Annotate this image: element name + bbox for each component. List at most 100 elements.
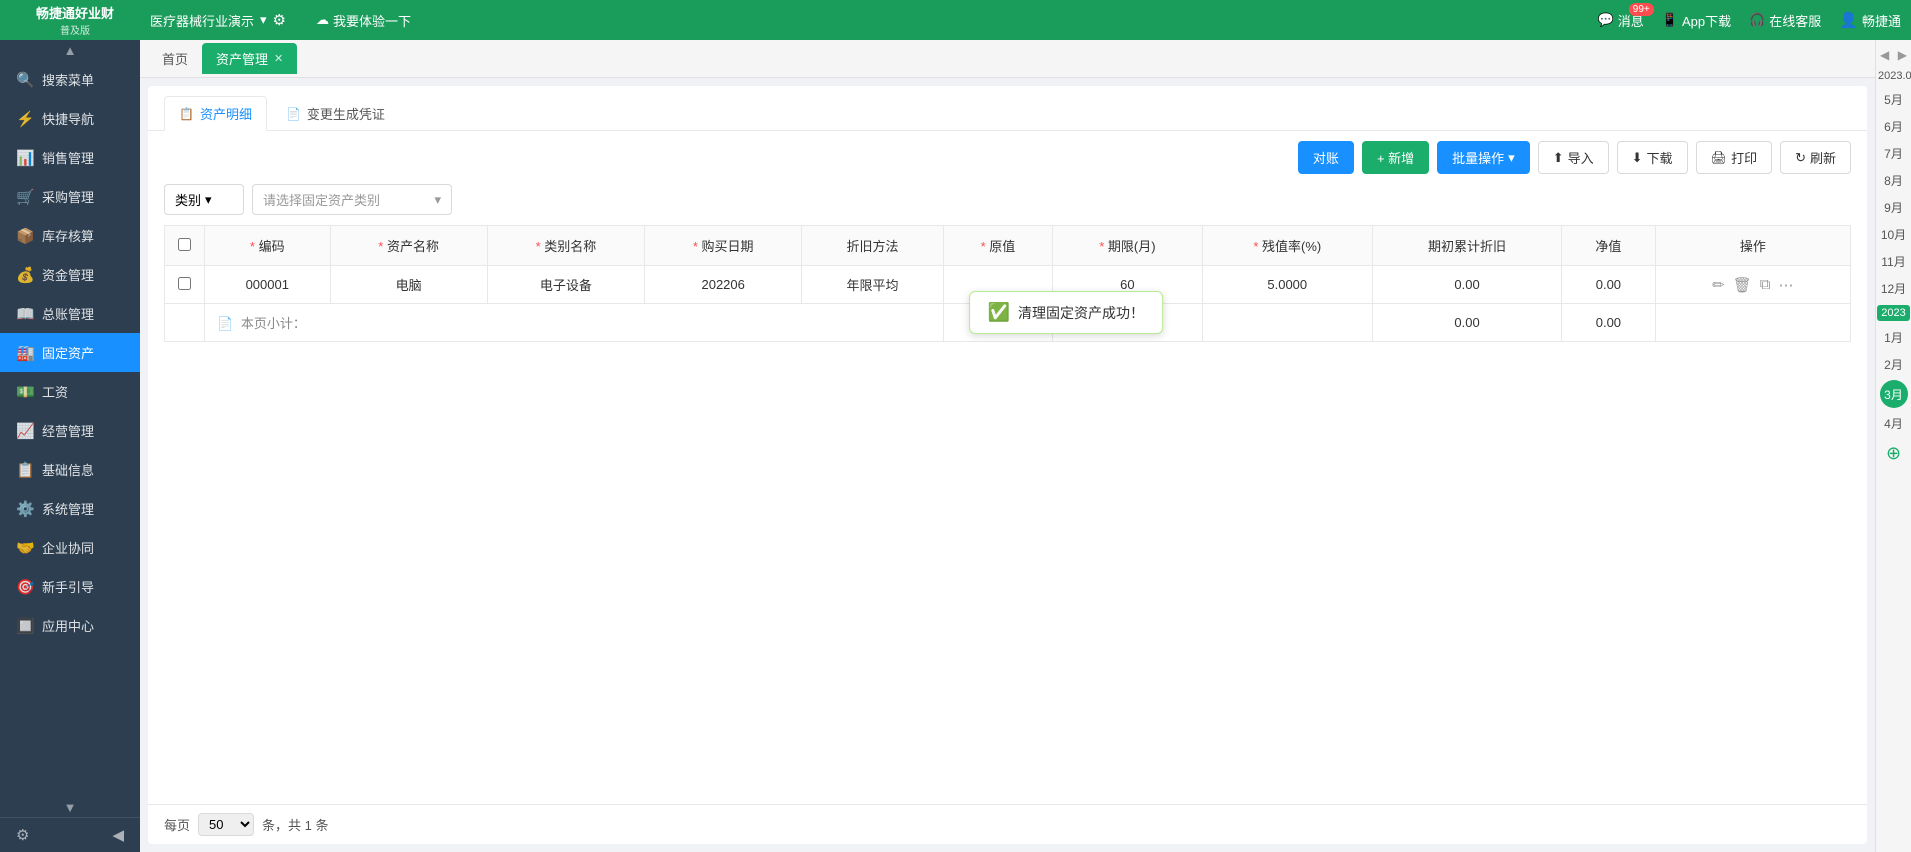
month-11[interactable]: 11月 xyxy=(1876,248,1911,275)
panel-add-icon[interactable]: ⊕ xyxy=(1886,443,1901,464)
sidebar-label-ledger: 总账管理 xyxy=(42,304,94,323)
month-10[interactable]: 10月 xyxy=(1876,221,1911,248)
month-5[interactable]: 5月 xyxy=(1876,86,1911,113)
sidebar-label-salary: 工资 xyxy=(42,382,68,401)
row-checkbox-cell[interactable] xyxy=(165,266,205,304)
right-panel-year: 2023.03 xyxy=(1876,66,1911,86)
month-4[interactable]: 4月 xyxy=(1876,410,1911,437)
year-badge-2023: 2023 xyxy=(1877,305,1909,321)
category-filter[interactable]: 类别 ▾ xyxy=(164,184,244,215)
tab-close-icon[interactable]: ✕ xyxy=(274,52,283,65)
left-chevron-icon[interactable]: ◀ xyxy=(1880,48,1889,62)
reconcile-button[interactable]: 对账 xyxy=(1298,141,1354,174)
sidebar-label-system: 系统管理 xyxy=(42,499,94,518)
sidebar-item-operations[interactable]: 📈 经营管理 xyxy=(0,411,140,450)
print-button[interactable]: 🖨 打印 xyxy=(1696,141,1773,174)
sidebar-item-system[interactable]: ⚙️ 系统管理 xyxy=(0,489,140,528)
sidebar-item-purchase[interactable]: 🛒 采购管理 xyxy=(0,177,140,216)
sidebar-label-operations: 经营管理 xyxy=(42,421,94,440)
edit-icon[interactable]: ✏ xyxy=(1712,276,1725,294)
month-8[interactable]: 8月 xyxy=(1876,167,1911,194)
sub-tab-generate-voucher[interactable]: 📄 变更生成凭证 xyxy=(271,96,400,131)
header-net-value: 净值 xyxy=(1562,226,1656,266)
download-button[interactable]: ⬇ 下载 xyxy=(1617,141,1688,174)
settings-icon[interactable]: ⚙ xyxy=(273,11,286,29)
sub-tab-asset-detail[interactable]: 📋 资产明细 xyxy=(164,96,267,131)
online-service-btn[interactable]: 🎧 在线客服 xyxy=(1749,11,1821,30)
chevron-down-icon: ▾ xyxy=(260,12,267,28)
month-2[interactable]: 2月 xyxy=(1876,351,1911,378)
sidebar-item-search[interactable]: 🔍 搜索菜单 xyxy=(0,60,140,99)
sidebar-item-app-center[interactable]: 🔲 应用中心 xyxy=(0,606,140,645)
header-purchase-date: * 购买日期 xyxy=(645,226,802,266)
message-icon: 💬 xyxy=(1598,12,1614,28)
success-message: 清理固定资产成功！ xyxy=(1018,303,1144,323)
settings-footer-icon[interactable]: ⚙ xyxy=(16,826,29,844)
sidebar-item-basic-info[interactable]: 📋 基础信息 xyxy=(0,450,140,489)
sidebar-label-quick-nav: 快捷导航 xyxy=(42,109,94,128)
collapse-sidebar-icon[interactable]: ◀ xyxy=(112,826,124,844)
header-category: * 类别名称 xyxy=(487,226,644,266)
sidebar-item-salary[interactable]: 💵 工资 xyxy=(0,372,140,411)
message-badge: 99+ xyxy=(1629,3,1654,16)
sidebar-item-ledger[interactable]: 📖 总账管理 xyxy=(0,294,140,333)
sidebar-item-sales[interactable]: 📊 销售管理 xyxy=(0,138,140,177)
right-panel: ◀ ▶ 2023.03 5月 6月 7月 8月 9月 10月 11月 12月 2… xyxy=(1875,40,1911,852)
month-1[interactable]: 1月 xyxy=(1876,324,1911,351)
month-3-active[interactable]: 3月 xyxy=(1880,380,1908,408)
right-chevron-icon[interactable]: ▶ xyxy=(1898,48,1907,62)
company-name: 医疗器械行业演示 xyxy=(150,11,254,30)
select-all-checkbox[interactable] xyxy=(178,238,191,251)
header-name: * 资产名称 xyxy=(330,226,487,266)
import-icon: ⬆ xyxy=(1553,150,1564,166)
user-info[interactable]: 👤 畅捷通 xyxy=(1839,11,1901,30)
header-checkbox[interactable] xyxy=(165,226,205,266)
header-actions: 操作 xyxy=(1655,226,1850,266)
sidebar-item-enterprise[interactable]: 🤝 企业协同 xyxy=(0,528,140,567)
subtotal-label-cell: 📄 本页小计： xyxy=(205,304,944,342)
import-button[interactable]: ⬆ 导入 xyxy=(1538,141,1609,174)
sidebar-items: 🔍 搜索菜单 ⚡ 快捷导航 📊 销售管理 🛒 采购管理 📦 库存核算 💰 xyxy=(0,60,140,797)
print-icon: 🖨 xyxy=(1711,150,1728,166)
batch-ops-button[interactable]: 批量操作 ▾ xyxy=(1437,141,1530,174)
per-page-select[interactable]: 50 100 200 xyxy=(198,813,254,836)
sidebar-item-inventory[interactable]: 📦 库存核算 xyxy=(0,216,140,255)
sidebar-item-quick-nav[interactable]: ⚡ 快捷导航 xyxy=(0,99,140,138)
month-6[interactable]: 6月 xyxy=(1876,113,1911,140)
new-button[interactable]: + 新增 xyxy=(1362,141,1429,174)
tab-asset-management[interactable]: 资产管理 ✕ xyxy=(202,43,297,74)
basic-info-icon: 📋 xyxy=(16,461,34,479)
funds-icon: 💰 xyxy=(16,266,34,284)
cell-initial-depreciation: 0.00 xyxy=(1373,266,1562,304)
sidebar-scroll-up[interactable]: ▲ xyxy=(0,40,140,60)
toolbar-right: 对账 + 新增 批量操作 ▾ ⬆ 导入 ⬇ 下载 xyxy=(1298,141,1851,174)
month-12[interactable]: 12月 xyxy=(1876,275,1911,302)
sidebar-scroll-down[interactable]: ▼ xyxy=(0,797,140,817)
month-7[interactable]: 7月 xyxy=(1876,140,1911,167)
app-download-btn[interactable]: 📱 App下载 xyxy=(1662,11,1731,30)
sidebar-item-funds[interactable]: 💰 资金管理 xyxy=(0,255,140,294)
ledger-icon: 📖 xyxy=(16,305,34,323)
refresh-button[interactable]: ↻ 刷新 xyxy=(1780,141,1851,174)
sidebar-item-guide[interactable]: 🎯 新手引导 xyxy=(0,567,140,606)
refresh-icon: ↻ xyxy=(1795,150,1806,166)
experience-btn[interactable]: ☁ 我要体验一下 xyxy=(316,11,411,30)
sidebar-item-fixed-assets[interactable]: 🏭 固定资产 xyxy=(0,333,140,372)
copy-icon[interactable]: ⧉ xyxy=(1760,276,1771,293)
message-btn[interactable]: 💬 消息 99+ xyxy=(1598,11,1644,30)
header-depreciation-method: 折旧方法 xyxy=(802,226,943,266)
company-selector[interactable]: 医疗器械行业演示 ▾ ⚙ xyxy=(140,11,296,30)
header-original-value: * 原值 xyxy=(943,226,1053,266)
app-center-icon: 🔲 xyxy=(16,617,34,635)
operations-icon: 📈 xyxy=(16,422,34,440)
row-checkbox[interactable] xyxy=(178,277,191,290)
category-type-filter[interactable]: 请选择固定资产类别 ▾ xyxy=(252,184,452,215)
sidebar-label-inventory: 库存核算 xyxy=(42,226,94,245)
filter-row: 类别 ▾ 请选择固定资产类别 ▾ xyxy=(148,184,1867,225)
more-icon[interactable]: ⋯ xyxy=(1779,276,1794,294)
month-9[interactable]: 9月 xyxy=(1876,194,1911,221)
cell-name: 电脑 xyxy=(330,266,487,304)
sidebar-label-funds: 资金管理 xyxy=(42,265,94,284)
delete-icon[interactable]: 🗑 xyxy=(1733,276,1752,294)
tab-home[interactable]: 首页 xyxy=(152,43,198,74)
